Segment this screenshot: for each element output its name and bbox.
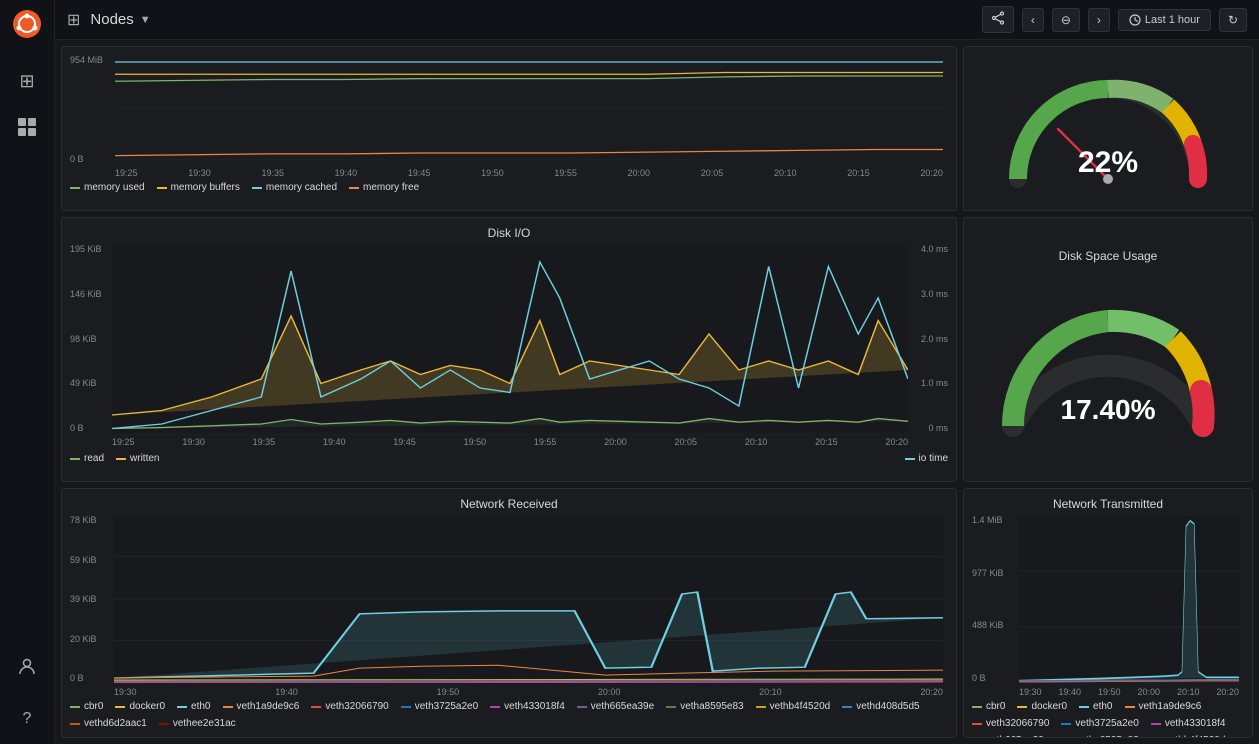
legend-memory-used: memory used [70, 182, 145, 193]
disk-space-gauge-svg: 17.40% [993, 271, 1223, 451]
disk-io-title: Disk I/O [70, 226, 948, 240]
net-trans-x-labels: 19:30 19:40 19:50 20:00 20:10 20:20 [1019, 687, 1239, 697]
forward-button[interactable]: › [1088, 8, 1110, 32]
time-range-button[interactable]: Last 1 hour [1118, 9, 1211, 31]
y-max-memory: 954 MiB [70, 55, 103, 65]
net-trans-legend: cbr0 docker0 eth0 veth1a9de9c6 veth32066… [972, 701, 1244, 738]
sidebar-item-dashboard[interactable] [16, 116, 38, 143]
legend-read: read [70, 453, 104, 464]
sidebar: ⊞ ? [0, 0, 55, 744]
topbar-actions: ‹ ⊖ › Last 1 hour ↻ [982, 6, 1247, 33]
sidebar-help[interactable]: ? [23, 710, 32, 728]
disk-io-x-labels: 19:25 19:30 19:35 19:40 19:45 19:50 19:5… [112, 437, 908, 447]
sidebar-signin[interactable] [16, 655, 38, 682]
content: 954 MiB 0 B [55, 40, 1259, 744]
disk-io-legend: read written io time [70, 453, 948, 464]
page-title: Nodes ▼ [90, 11, 971, 28]
net-trans-title: Network Transmitted [972, 497, 1244, 511]
memory-legend: memory used memory buffers memory cached… [70, 182, 948, 193]
topbar: ⊞ Nodes ▼ ‹ ⊖ › [55, 0, 1259, 40]
legend-io-time: io time [905, 453, 948, 464]
time-range-label: Last 1 hour [1145, 14, 1200, 26]
net-recv-y-labels: 78 KiB 59 KiB 39 KiB 20 KiB 0 B [70, 515, 112, 683]
sidebar-item-grid[interactable]: ⊞ [19, 71, 34, 92]
svg-text:17.40%: 17.40% [1061, 394, 1156, 425]
disk-io-svg [112, 244, 908, 433]
zoom-button[interactable]: ⊖ [1052, 8, 1080, 32]
grid-icon: ⊞ [67, 10, 80, 30]
disk-io-panel: Disk I/O 195 KiB 146 KiB 98 KiB 49 KiB 0… [61, 217, 957, 482]
y-min-memory: 0 B [70, 154, 84, 164]
net-recv-legend: cbr0 docker0 eth0 veth1a9de9c6 veth32066… [70, 701, 948, 729]
legend-memory-free: memory free [349, 182, 419, 193]
memory-chart-svg [115, 55, 943, 160]
memory-x-labels: 19:25 19:30 19:35 19:40 19:45 19:50 19:5… [115, 168, 943, 178]
svg-text:22%: 22% [1078, 146, 1138, 179]
legend-memory-cached: memory cached [252, 182, 337, 193]
main: ⊞ Nodes ▼ ‹ ⊖ › [55, 0, 1259, 744]
disk-space-panel: Disk Space Usage 17.40% [963, 217, 1253, 482]
net-recv-x-labels: 19:30 19:40 19:50 20:00 20:10 20:20 [114, 687, 943, 697]
legend-memory-buffers: memory buffers [157, 182, 240, 193]
net-trans-panel: Network Transmitted 1.4 MiB 977 KiB 488 … [963, 488, 1253, 738]
clock-icon [1129, 14, 1141, 26]
legend-written: written [116, 453, 159, 464]
net-recv-panel: Network Received 78 KiB 59 KiB 39 KiB 20… [61, 488, 957, 738]
cpu-gauge-panel: 22% [963, 46, 1253, 211]
net-recv-title: Network Received [70, 497, 948, 511]
title-text: Nodes [90, 11, 133, 28]
net-trans-y-labels: 1.4 MiB 977 KiB 488 KiB 0 B [972, 515, 1017, 683]
sidebar-logo [11, 8, 43, 43]
dropdown-arrow[interactable]: ▼ [140, 14, 151, 26]
disk-io-y-left: 195 KiB 146 KiB 98 KiB 49 KiB 0 B [70, 244, 110, 433]
disk-space-title: Disk Space Usage [1059, 249, 1158, 263]
memory-panel: 954 MiB 0 B [61, 46, 957, 211]
net-trans-svg [1019, 515, 1239, 683]
disk-io-y-right: 4.0 ms 3.0 ms 2.0 ms 1.0 ms 0 ms [910, 244, 948, 433]
share-button[interactable] [982, 6, 1014, 33]
net-recv-svg [114, 515, 943, 683]
cpu-gauge-svg: 22% [998, 64, 1218, 194]
refresh-button[interactable]: ↻ [1219, 8, 1247, 32]
back-button[interactable]: ‹ [1022, 8, 1044, 32]
